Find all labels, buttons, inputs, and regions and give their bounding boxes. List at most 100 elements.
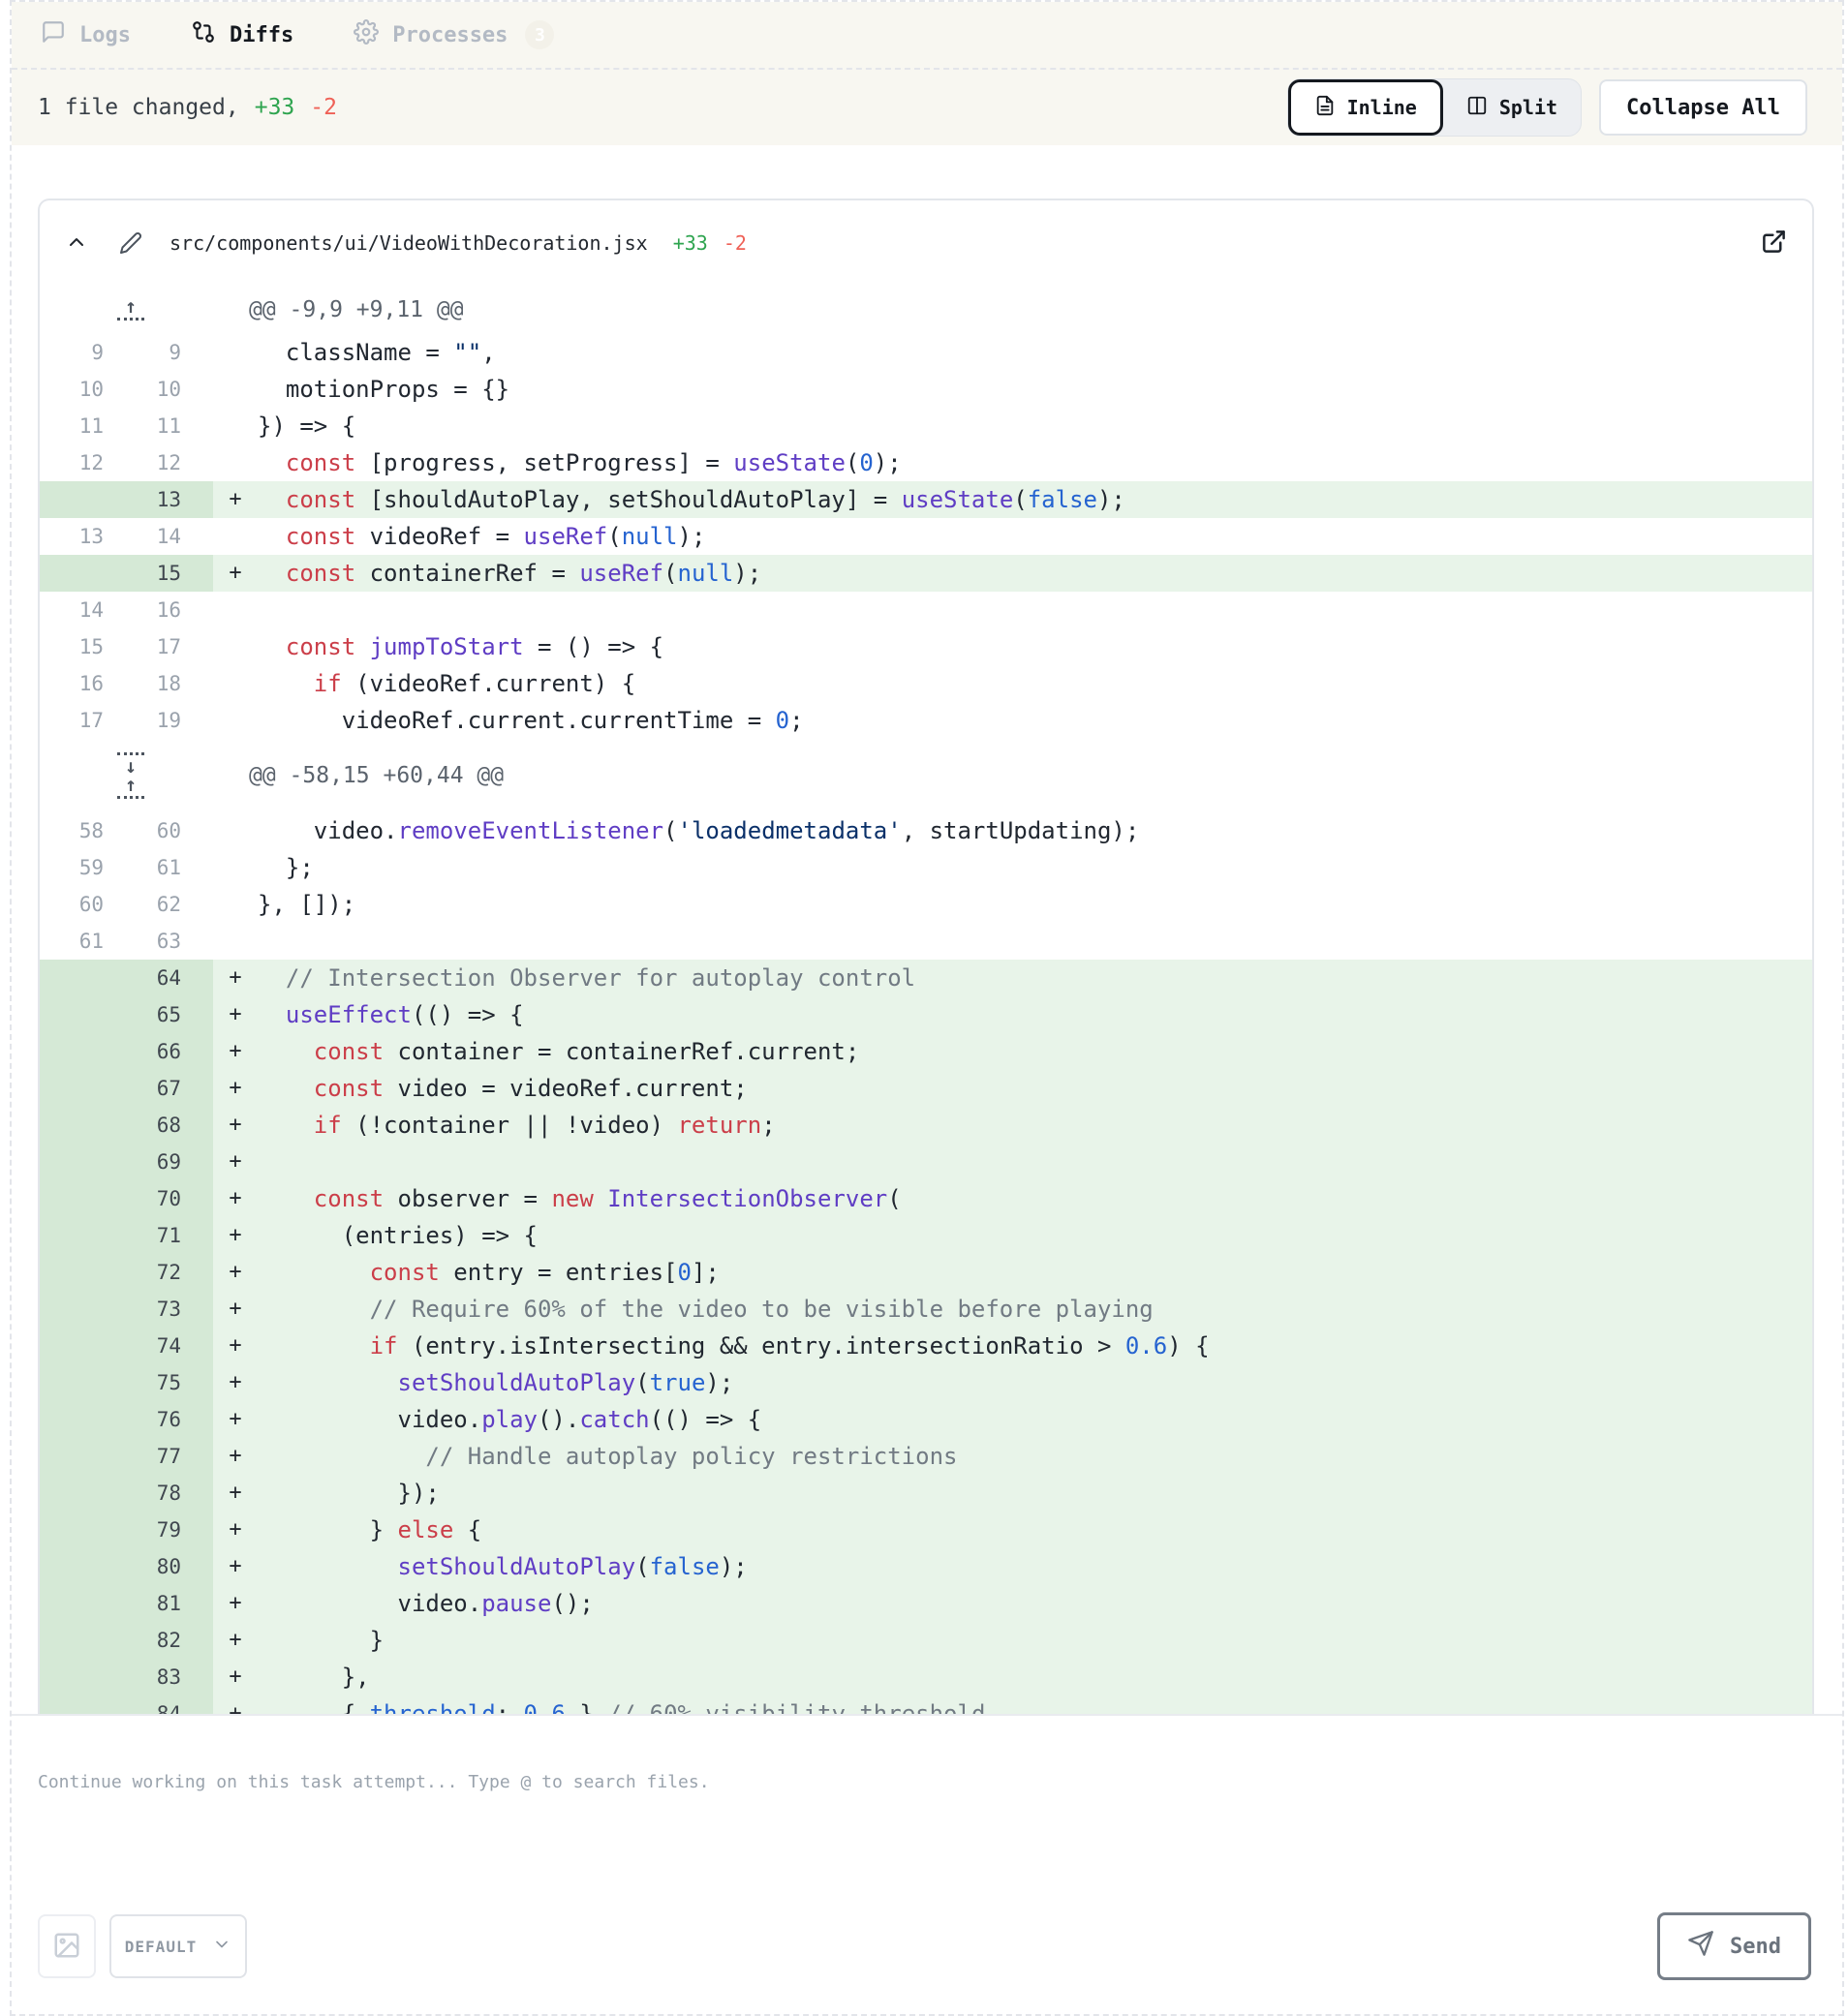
code-token: const (285, 523, 356, 550)
diff-line: 11 11}) => { (40, 408, 1812, 444)
code-token: video. (258, 1406, 482, 1433)
code-token: 0 (775, 707, 790, 734)
diff-line: 17 19 videoRef.current.currentTime = 0; (40, 702, 1812, 739)
code-token: "" (453, 339, 482, 366)
new-line-number: 19 (156, 709, 181, 732)
diff-marker (213, 849, 258, 886)
code-line: }; (258, 849, 1812, 886)
code-line: { threshold: 0.6 } // 60% visibility thr… (258, 1695, 1812, 1714)
code-token: video. (258, 1590, 482, 1617)
tab-logs[interactable]: Logs (41, 19, 131, 50)
expand-up-button[interactable]: ↑ (109, 296, 152, 322)
tab-diffs[interactable]: Diffs (191, 19, 293, 50)
new-line-number: 76 (156, 1408, 181, 1431)
line-number-gutter: 58 60 (40, 812, 213, 849)
deletions-count: -2 (310, 95, 337, 120)
diff-line: 15 + const containerRef = useRef(null); (40, 555, 1812, 592)
line-number-gutter: 78 (40, 1475, 213, 1512)
code-token: (); (551, 1590, 594, 1617)
diff-line: 60 62}, []); (40, 886, 1812, 923)
diff-marker: + (229, 1186, 242, 1210)
code-line: motionProps = {} (258, 371, 1812, 408)
diff-line: 61 63 (40, 923, 1812, 960)
diff-line: 81 + video.pause(); (40, 1585, 1812, 1622)
new-line-number: 9 (169, 341, 181, 364)
tab-bar: Logs Diffs Processes 3 (12, 2, 1842, 70)
line-number-gutter: 70 (40, 1180, 213, 1217)
code-token: const (285, 449, 356, 476)
tab-processes[interactable]: Processes 3 (354, 19, 555, 50)
old-line-number: 15 (78, 635, 104, 658)
model-selector[interactable]: DEFAULT (109, 1914, 247, 1978)
new-line-number: 77 (156, 1445, 181, 1468)
diff-line: 76 + video.play().catch(() => { (40, 1401, 1812, 1438)
open-file-button[interactable] (1761, 229, 1787, 258)
line-number-gutter: 16 18 (40, 665, 213, 702)
line-number-gutter: 79 (40, 1512, 213, 1548)
line-number-gutter: 13 14 (40, 518, 213, 555)
code-token: video. (258, 817, 398, 844)
collapse-all-button[interactable]: Collapse All (1599, 79, 1807, 136)
prompt-input[interactable]: Continue working on this task attempt...… (12, 1716, 1842, 1792)
new-line-number: 61 (156, 856, 181, 879)
old-line-number (40, 1180, 104, 1217)
code-token: const (313, 1075, 385, 1102)
diff-marker (213, 408, 258, 444)
diff-marker: + (229, 1665, 242, 1689)
diff-marker (213, 371, 258, 408)
diff-marker (213, 665, 258, 702)
line-number-gutter: 67 (40, 1070, 213, 1107)
code-token: } (565, 1700, 608, 1714)
expand-down-up-button[interactable]: ↓ ↑ (109, 750, 152, 801)
code-token: }) => { (258, 412, 356, 440)
code-token: ( (635, 1553, 650, 1580)
old-line-number: 9 (91, 341, 104, 364)
diff-marker: + (229, 1370, 242, 1394)
line-number-gutter: 75 (40, 1364, 213, 1401)
diff-line: 78 + }); (40, 1475, 1812, 1512)
code-token: pause (481, 1590, 552, 1617)
old-line-number: 59 (78, 856, 104, 879)
old-line-number: 61 (78, 930, 104, 953)
chevron-down-icon (212, 1935, 231, 1958)
code-token: null (621, 523, 678, 550)
diff-panel: src/components/ui/VideoWithDecoration.js… (12, 145, 1842, 1714)
split-columns-icon (1466, 95, 1488, 121)
collapse-file-button[interactable] (65, 230, 88, 257)
code-token: catch (579, 1406, 650, 1433)
code-token: } (258, 1627, 385, 1654)
code-token: observer = (384, 1185, 552, 1212)
additions-count: +33 (254, 95, 295, 120)
diff-marker (213, 334, 258, 371)
old-line-number: 58 (78, 819, 104, 842)
code-token: ); (1096, 486, 1125, 513)
diff-marker (213, 923, 258, 960)
diff-line: 14 16 (40, 592, 1812, 628)
diff-marker (213, 812, 258, 849)
expand-up-arrow-icon: ↑ (124, 773, 138, 796)
code-token: if (313, 1112, 342, 1139)
send-button[interactable]: Send (1657, 1912, 1811, 1980)
old-line-number: 16 (78, 672, 104, 695)
code-line: } (258, 1622, 1812, 1659)
code-token: ( (1013, 486, 1028, 513)
file-additions: +33 (672, 231, 708, 255)
code-line: } else { (258, 1512, 1812, 1548)
old-line-number (40, 1254, 104, 1291)
line-number-gutter: 77 (40, 1438, 213, 1475)
split-view-button[interactable]: Split (1443, 79, 1581, 136)
code-token: if (313, 670, 342, 697)
image-icon (52, 1931, 81, 1963)
inline-view-button[interactable]: Inline (1287, 79, 1443, 136)
line-number-gutter: 84 (40, 1695, 213, 1714)
code-line: // Require 60% of the video to be visibl… (258, 1291, 1812, 1328)
attach-image-button[interactable] (38, 1914, 96, 1978)
line-number-gutter: 17 19 (40, 702, 213, 739)
code-line: const videoRef = useRef(null); (258, 518, 1812, 555)
